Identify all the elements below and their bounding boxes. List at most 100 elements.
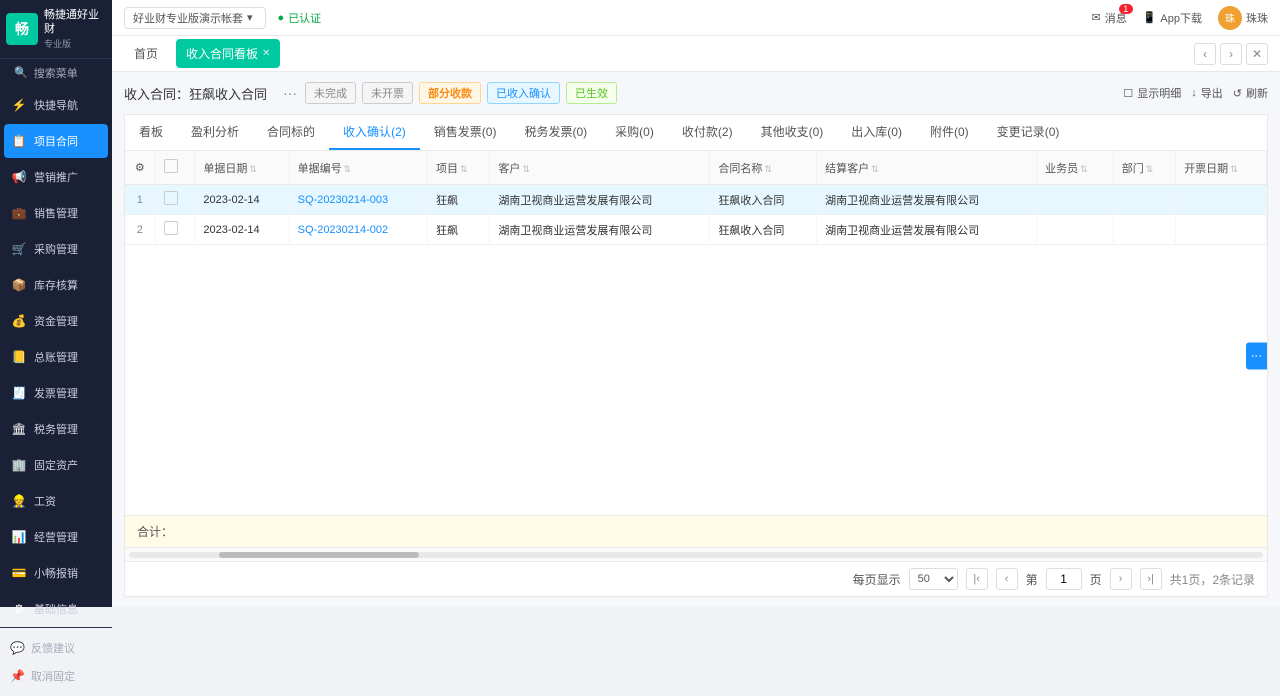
messages-button[interactable]: ✉ 1 消息 xyxy=(1092,10,1127,26)
tab-close-button[interactable]: ✕ xyxy=(1246,43,1268,65)
status-badge-partial-receipt[interactable]: 部分收款 xyxy=(419,82,481,104)
order-link-1[interactable]: SQ-20230214-003 xyxy=(298,194,389,206)
sidebar-item-invoice-mgmt[interactable]: 🧾 发票管理 xyxy=(4,376,108,410)
sidebar-item-label-13: 基础信息 xyxy=(34,601,78,617)
inner-tab-inout-stock[interactable]: 出入库(0) xyxy=(837,115,916,150)
order-link-2[interactable]: SQ-20230214-002 xyxy=(298,224,389,236)
inner-tab-payment[interactable]: 收付款(2) xyxy=(668,115,747,150)
export-button[interactable]: ↓ 导出 xyxy=(1191,85,1223,101)
page-number-input[interactable] xyxy=(1046,568,1082,590)
expense-icon: 💳 xyxy=(10,564,28,582)
contract-more-button[interactable]: ··· xyxy=(283,85,297,101)
sidebar-quick-nav[interactable]: ⚡ 快捷导航 xyxy=(4,88,108,122)
sidebar-item-ledger[interactable]: 📒 总账管理 xyxy=(4,340,108,374)
company-selector[interactable]: 好业财专业版演示帐套 ▾ xyxy=(124,7,266,29)
sidebar-item-marketing[interactable]: 📢 营销推广 xyxy=(4,160,108,194)
cell-order-2[interactable]: SQ-20230214-002 xyxy=(289,215,427,245)
status-badge-uninvoiced[interactable]: 未开票 xyxy=(362,82,413,104)
sidebar-item-label-7: 发票管理 xyxy=(34,385,78,401)
pagination-last-button[interactable]: ›| xyxy=(1140,568,1162,590)
sidebar-item-label-4: 库存核算 xyxy=(34,277,78,293)
message-badge: 1 xyxy=(1119,4,1133,14)
sidebar-item-inventory[interactable]: 📦 库存核算 xyxy=(4,268,108,302)
sidebar-item-funds[interactable]: 💰 资金管理 xyxy=(4,304,108,338)
th-order-no[interactable]: 单据编号⇅ xyxy=(289,151,427,185)
cell-row-num-1: 1 xyxy=(125,185,155,215)
th-settlement-customer[interactable]: 结算客户⇅ xyxy=(817,151,1037,185)
cell-project-2: 狂飙 xyxy=(427,215,489,245)
scroll-area[interactable] xyxy=(125,547,1267,561)
sidebar-pin[interactable]: 📌 取消固定 xyxy=(6,662,106,690)
pagination-next-button[interactable]: › xyxy=(1110,568,1132,590)
status-badge-effective[interactable]: 已生效 xyxy=(566,82,617,104)
table-container[interactable]: ⚙ 单据日期⇅ 单据编号⇅ 项目⇅ 客户⇅ 合同名称⇅ 结算客户⇅ 业务员⇅ 部… xyxy=(125,151,1267,515)
avatar-icon: 珠 xyxy=(1218,6,1242,30)
search-menu[interactable]: 🔍 搜索菜单 xyxy=(0,59,112,87)
sidebar-item-operations[interactable]: 📊 经营管理 xyxy=(4,520,108,554)
th-salesperson[interactable]: 业务员⇅ xyxy=(1037,151,1114,185)
app-download-button[interactable]: 📱 App下载 xyxy=(1143,10,1202,26)
inner-tab-change-log[interactable]: 变更记录(0) xyxy=(983,115,1074,150)
th-settings[interactable]: ⚙ xyxy=(125,151,155,185)
ledger-icon: 📒 xyxy=(10,348,28,366)
show-detail-button[interactable]: ☐ 显示明细 xyxy=(1123,85,1181,101)
right-edge-panel[interactable]: ⋮ xyxy=(1246,342,1267,369)
th-invoice-date[interactable]: 开票日期⇅ xyxy=(1176,151,1267,185)
inner-tab-revenue-confirm[interactable]: 收入确认(2) xyxy=(329,115,420,150)
sidebar-item-payroll[interactable]: 👷 工资 xyxy=(4,484,108,518)
row-checkbox-2[interactable] xyxy=(164,221,178,235)
cell-checkbox-2[interactable] xyxy=(155,215,195,245)
tab-next-button[interactable]: › xyxy=(1220,43,1242,65)
tab-prev-button[interactable]: ‹ xyxy=(1194,43,1216,65)
inner-tab-sales-invoice[interactable]: 销售发票(0) xyxy=(420,115,511,150)
status-badge-revenue-confirmed[interactable]: 已收入确认 xyxy=(487,82,560,104)
sidebar-item-label-6: 总账管理 xyxy=(34,349,78,365)
sidebar-item-sales[interactable]: 💼 销售管理 xyxy=(4,196,108,230)
sidebar-item-expense[interactable]: 💳 小畅报销 xyxy=(4,556,108,590)
sidebar-item-project-contract[interactable]: 📋 项目合同 xyxy=(4,124,108,158)
cell-checkbox-1[interactable] xyxy=(155,185,195,215)
table-row[interactable]: 2 2023-02-14 SQ-20230214-002 狂飙 湖南卫视商业运营… xyxy=(125,215,1267,245)
tab-income-contract-label: 收入合同看板 xyxy=(186,45,258,62)
th-customer[interactable]: 客户⇅ xyxy=(490,151,710,185)
sidebar-item-tax[interactable]: 🏛 税务管理 xyxy=(4,412,108,446)
inner-tab-subject[interactable]: 合同标的 xyxy=(253,115,329,150)
sidebar-item-label-12: 小畅报销 xyxy=(34,565,78,581)
header-checkbox[interactable] xyxy=(164,159,178,173)
pagination-first-button[interactable]: |‹ xyxy=(966,568,988,590)
contract-title: 收入合同：狂飙收入合同 xyxy=(124,84,267,103)
th-project[interactable]: 项目⇅ xyxy=(427,151,489,185)
th-date[interactable]: 单据日期⇅ xyxy=(195,151,289,185)
inner-tab-attachment[interactable]: 附件(0) xyxy=(916,115,983,150)
inner-tab-purchase[interactable]: 采购(0) xyxy=(601,115,668,150)
th-contract-name[interactable]: 合同名称⇅ xyxy=(710,151,817,185)
row-checkbox-1[interactable] xyxy=(164,191,178,205)
sidebar-feedback[interactable]: 💬 反馈建议 xyxy=(6,634,106,662)
th-department[interactable]: 部门⇅ xyxy=(1113,151,1175,185)
inner-tab-board[interactable]: 看板 xyxy=(125,115,177,150)
sidebar-item-fixed-assets[interactable]: 🏢 固定资产 xyxy=(4,448,108,482)
inner-tab-profit[interactable]: 盈利分析 xyxy=(177,115,253,150)
tab-income-contract[interactable]: 收入合同看板 ✕ xyxy=(176,39,280,68)
cell-dept-1 xyxy=(1113,185,1175,215)
sidebar-item-basic-info[interactable]: ⚙ 基础信息 xyxy=(4,592,108,626)
table-row[interactable]: 1 2023-02-14 SQ-20230214-003 狂飙 湖南卫视商业运营… xyxy=(125,185,1267,215)
status-badge-incomplete[interactable]: 未完成 xyxy=(305,82,356,104)
per-page-select[interactable]: 50 100 200 xyxy=(909,568,958,590)
th-checkbox[interactable] xyxy=(155,151,195,185)
refresh-button[interactable]: ↺ 刷新 xyxy=(1233,85,1268,101)
pagination-info: 共1页，2条记录 xyxy=(1170,571,1255,588)
inner-tab-other-income[interactable]: 其他收支(0) xyxy=(747,115,838,150)
cell-order-1[interactable]: SQ-20230214-003 xyxy=(289,185,427,215)
scroll-track[interactable] xyxy=(129,552,1263,558)
user-avatar[interactable]: 珠 珠珠 xyxy=(1218,6,1268,30)
tab-home[interactable]: 首页 xyxy=(124,39,168,68)
scroll-thumb[interactable] xyxy=(219,552,419,558)
sort-salesperson-icon: ⇅ xyxy=(1080,164,1088,174)
inner-tab-tax-invoice[interactable]: 税务发票(0) xyxy=(510,115,601,150)
pagination-prev-button[interactable]: ‹ xyxy=(996,568,1018,590)
sidebar-item-purchase[interactable]: 🛒 采购管理 xyxy=(4,232,108,266)
tab-close-icon[interactable]: ✕ xyxy=(262,48,270,59)
cell-project-1: 狂飙 xyxy=(427,185,489,215)
sidebar-item-label-2: 销售管理 xyxy=(34,205,78,221)
